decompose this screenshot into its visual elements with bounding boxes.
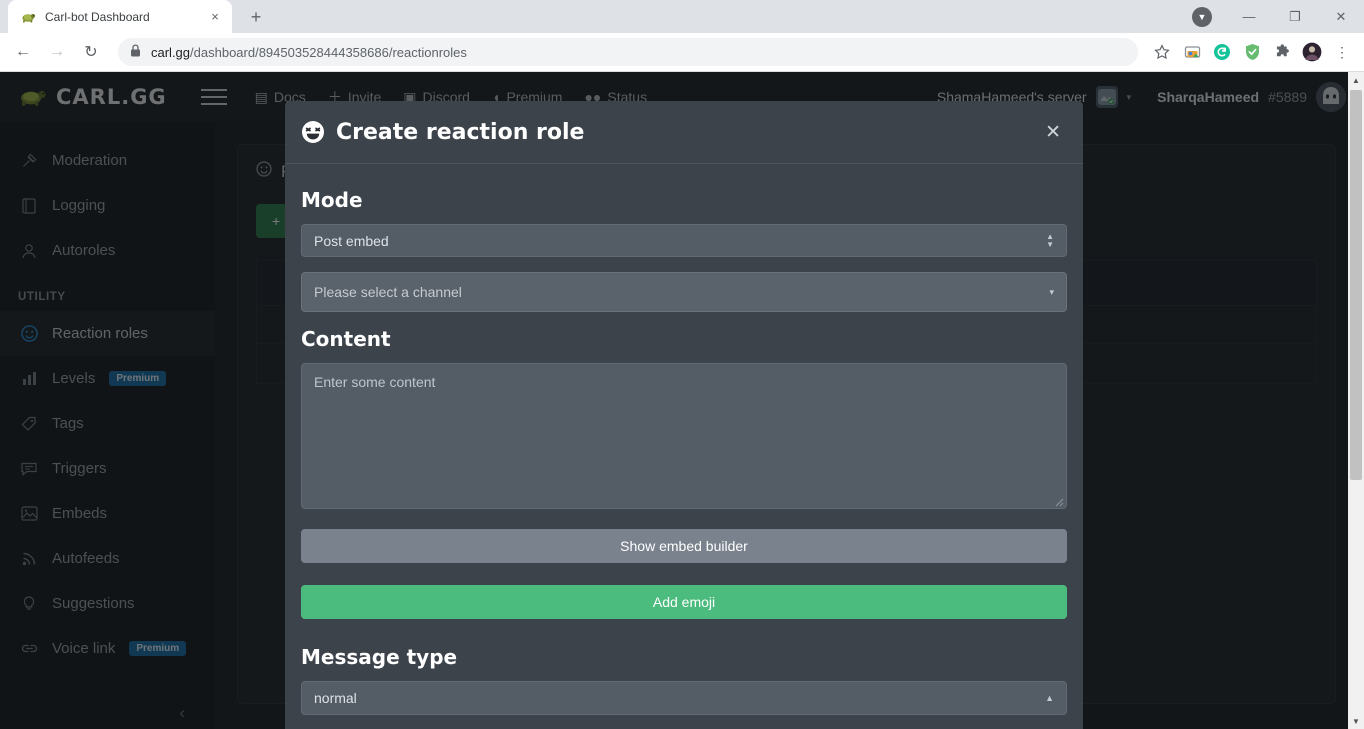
lock-icon xyxy=(130,44,141,60)
reload-button[interactable]: ↻ xyxy=(76,37,106,67)
create-reaction-role-modal: Create reaction role ✕ Mode Post embed ▲… xyxy=(285,101,1083,729)
new-tab-button[interactable]: + xyxy=(242,3,270,31)
scroll-down-arrow-icon[interactable]: ▼ xyxy=(1348,713,1364,729)
select-stepper-icon: ▲ ▼ xyxy=(1046,231,1054,249)
channel-select[interactable]: Please select a channel ▾ xyxy=(301,272,1067,312)
chrome-menu-icon[interactable]: ⋮ xyxy=(1328,38,1356,66)
extensions-puzzle-icon[interactable] xyxy=(1268,38,1296,66)
modal-body: Mode Post embed ▲ ▼ Please select a chann… xyxy=(285,164,1083,715)
message-type-select[interactable]: normal ▲ xyxy=(301,681,1067,715)
browser-tab[interactable]: Carl-bot Dashboard × xyxy=(8,0,232,33)
address-bar[interactable]: carl.gg/dashboard/894503528444358686/rea… xyxy=(118,38,1138,66)
grammarly-icon[interactable] xyxy=(1208,38,1236,66)
modal-title: Create reaction role xyxy=(336,119,585,145)
adguard-shield-icon[interactable] xyxy=(1238,38,1266,66)
scrollbar-thumb[interactable] xyxy=(1350,90,1362,480)
mode-select[interactable]: Post embed ▲ ▼ xyxy=(301,224,1067,257)
grin-squint-emoji-icon xyxy=(301,120,325,144)
add-emoji-button[interactable]: Add emoji xyxy=(301,585,1067,619)
chevron-up-icon: ▲ xyxy=(1045,693,1054,703)
media-cast-icon[interactable] xyxy=(1178,38,1206,66)
forward-button[interactable]: → xyxy=(42,37,72,67)
scroll-up-arrow-icon[interactable]: ▲ xyxy=(1348,72,1364,88)
carlbot-dashboard: CARL.GG ▤ Docs ＋ Invite ▣ Discord ◖ Prem… xyxy=(0,72,1364,729)
close-window-button[interactable]: ✕ xyxy=(1318,0,1364,33)
browser-toolbar: ← → ↻ carl.gg/dashboard/8945035284443586… xyxy=(0,33,1364,72)
show-embed-builder-button[interactable]: Show embed builder xyxy=(301,529,1067,563)
url-host: carl.gg xyxy=(151,44,191,60)
content-textarea[interactable]: Enter some content xyxy=(301,363,1067,509)
mode-select-value: Post embed xyxy=(314,232,389,249)
message-type-value: normal xyxy=(314,690,357,706)
mode-label: Mode xyxy=(301,188,363,212)
download-indicator-icon[interactable]: ▼ xyxy=(1192,6,1212,27)
minimize-button[interactable]: — xyxy=(1226,0,1272,33)
message-type-label: Message type xyxy=(301,645,458,669)
chevron-down-icon: ▾ xyxy=(1049,286,1054,297)
url-path: /dashboard/894503528444358686/reactionro… xyxy=(190,44,467,60)
modal-header: Create reaction role ✕ xyxy=(285,101,1083,164)
channel-select-placeholder: Please select a channel xyxy=(314,284,462,300)
resize-grip-icon[interactable] xyxy=(1052,494,1064,507)
url-text: carl.gg/dashboard/894503528444358686/rea… xyxy=(151,45,467,60)
turtle-icon xyxy=(20,9,36,25)
browser-window: Carl-bot Dashboard × + ▼ — ❐ ✕ ← → ↻ car… xyxy=(0,0,1364,729)
content-placeholder: Enter some content xyxy=(314,374,436,390)
tab-title: Carl-bot Dashboard xyxy=(45,9,150,24)
page-scrollbar[interactable]: ▲ ▼ xyxy=(1348,72,1364,729)
window-controls: ▼ — ❐ ✕ xyxy=(1192,0,1364,33)
profile-avatar-icon[interactable] xyxy=(1298,38,1326,66)
content-label: Content xyxy=(301,327,391,351)
tab-strip: Carl-bot Dashboard × + ▼ — ❐ ✕ xyxy=(0,0,1364,33)
back-button[interactable]: ← xyxy=(8,37,38,67)
tab-close-icon[interactable]: × xyxy=(206,8,224,26)
close-icon[interactable]: ✕ xyxy=(1045,121,1061,144)
maximize-button[interactable]: ❐ xyxy=(1272,0,1318,33)
bookmark-star-icon[interactable] xyxy=(1148,38,1176,66)
